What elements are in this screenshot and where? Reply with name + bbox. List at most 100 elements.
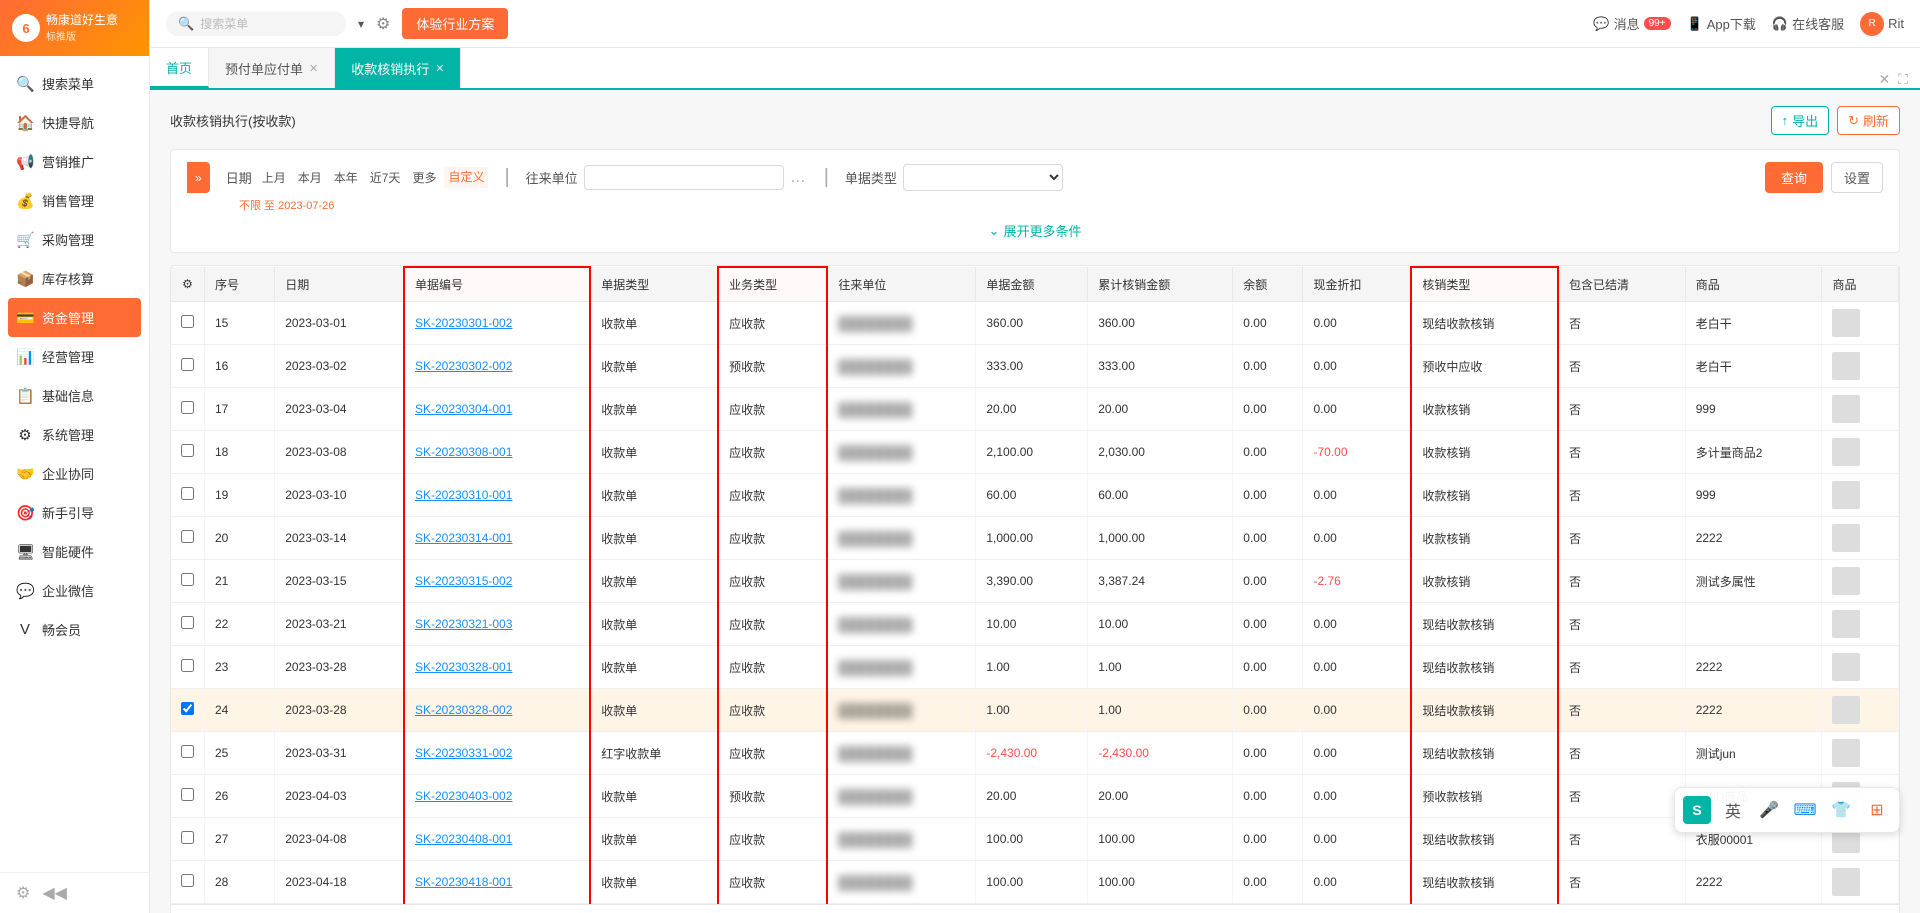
tab-home[interactable]: 首页 — [150, 48, 209, 88]
cell-doc-no[interactable]: SK-20230418-001 — [404, 861, 590, 904]
filter-doc-type-select[interactable] — [903, 164, 1063, 191]
cell-checkbox[interactable] — [171, 861, 205, 904]
settings-button[interactable]: 设置 — [1831, 162, 1883, 193]
table-row[interactable]: 22 2023-03-21 SK-20230321-003 收款单 应收款 ██… — [171, 603, 1899, 646]
table-row[interactable]: 16 2023-03-02 SK-20230302-002 收款单 预收款 ██… — [171, 345, 1899, 388]
cell-date: 2023-04-08 — [275, 818, 404, 861]
cell-doc-no[interactable]: SK-20230308-001 — [404, 431, 590, 474]
table-row[interactable]: 19 2023-03-10 SK-20230310-001 收款单 应收款 ██… — [171, 474, 1899, 517]
cell-doc-no[interactable]: SK-20230328-002 — [404, 689, 590, 732]
cell-doc-no[interactable]: SK-20230328-001 — [404, 646, 590, 689]
sidebar-item-6[interactable]: 💳 资金管理 — [8, 298, 141, 337]
cell-doc-no[interactable]: SK-20230314-001 — [404, 517, 590, 560]
sidebar-item-14[interactable]: V 畅会员 — [0, 610, 149, 649]
table-row[interactable]: 20 2023-03-14 SK-20230314-001 收款单 应收款 ██… — [171, 517, 1899, 560]
cell-doc-no[interactable]: SK-20230304-001 — [404, 388, 590, 431]
sidebar-item-2[interactable]: 📢 营销推广 — [0, 142, 149, 181]
topbar-search[interactable]: 🔍 搜索菜单 — [166, 11, 346, 36]
float-mic-icon[interactable]: 🎤 — [1755, 796, 1783, 824]
table-row[interactable]: 28 2023-04-18 SK-20230418-001 收款单 应收款 ██… — [171, 861, 1899, 904]
collapse-icon[interactable]: ◀◀ — [42, 883, 67, 903]
cell-checkbox[interactable] — [171, 431, 205, 474]
table-row[interactable]: 21 2023-03-15 SK-20230315-002 收款单 应收款 ██… — [171, 560, 1899, 603]
filter-date-this-month[interactable]: 本月 — [294, 167, 326, 188]
tab-prepayment-close[interactable]: ✕ — [309, 62, 318, 75]
table-row[interactable]: 24 2023-03-28 SK-20230328-002 收款单 应收款 ██… — [171, 689, 1899, 732]
cell-checkbox[interactable] — [171, 646, 205, 689]
cell-checkbox[interactable] — [171, 388, 205, 431]
settings-icon[interactable]: ⚙ — [16, 883, 30, 903]
filter-date-more[interactable]: 更多 — [408, 167, 440, 188]
filter-expand-button[interactable]: » — [187, 162, 210, 193]
cell-checkbox[interactable] — [171, 775, 205, 818]
cell-doc-no[interactable]: SK-20230403-002 — [404, 775, 590, 818]
cell-checkbox[interactable] — [171, 517, 205, 560]
sidebar-item-11[interactable]: 🎯 新手引导 — [0, 493, 149, 532]
cell-checkbox[interactable] — [171, 603, 205, 646]
table-row[interactable]: 18 2023-03-08 SK-20230308-001 收款单 应收款 ██… — [171, 431, 1899, 474]
sidebar-item-4[interactable]: 🛒 采购管理 — [0, 220, 149, 259]
cell-checkbox[interactable] — [171, 560, 205, 603]
tab-close-all-icon[interactable]: ✕ — [1878, 71, 1890, 88]
solution-button[interactable]: 体验行业方案 — [402, 8, 508, 39]
cell-checkbox[interactable] — [171, 345, 205, 388]
table-row[interactable]: 27 2023-04-08 SK-20230408-001 收款单 应收款 ██… — [171, 818, 1899, 861]
user-item[interactable]: R Rit — [1860, 12, 1904, 36]
expand-conditions-btn[interactable]: ⌄ 展开更多条件 — [187, 221, 1883, 240]
cell-doc-no[interactable]: SK-20230331-002 — [404, 732, 590, 775]
cell-checkbox[interactable] — [171, 732, 205, 775]
message-item[interactable]: 💬 消息 99+ — [1593, 14, 1670, 33]
float-keyboard-icon[interactable]: ⌨ — [1791, 796, 1819, 824]
float-grid-icon[interactable]: ⊞ — [1863, 796, 1891, 824]
cell-doc-no[interactable]: SK-20230301-002 — [404, 302, 590, 345]
sidebar-item-7[interactable]: 📊 经营管理 — [0, 337, 149, 376]
cell-doc-no[interactable]: SK-20230315-002 — [404, 560, 590, 603]
filter-date-7days[interactable]: 近7天 — [366, 167, 405, 188]
export-button[interactable]: ↑ 导出 — [1771, 106, 1830, 135]
table-row[interactable]: 17 2023-03-04 SK-20230304-001 收款单 应收款 ██… — [171, 388, 1899, 431]
cell-doc-no[interactable]: SK-20230310-001 — [404, 474, 590, 517]
table-row[interactable]: 26 2023-04-03 SK-20230403-002 收款单 预收款 ██… — [171, 775, 1899, 818]
filter-date-custom[interactable]: 自定义 — [444, 167, 488, 188]
sidebar-item-8[interactable]: 📋 基础信息 — [0, 376, 149, 415]
tab-expand-icon[interactable]: ⛶ — [1898, 71, 1908, 88]
cell-goods: 老白干 — [1685, 345, 1822, 388]
gear-icon[interactable]: ⚙ — [376, 14, 390, 34]
table-row[interactable]: 23 2023-03-28 SK-20230328-001 收款单 应收款 ██… — [171, 646, 1899, 689]
online-service-item[interactable]: 🎧 在线客服 — [1772, 14, 1844, 33]
table-row[interactable]: 25 2023-03-31 SK-20230331-002 红字收款单 应收款 … — [171, 732, 1899, 775]
app-download-item[interactable]: 📱 App下载 — [1687, 14, 1756, 33]
cell-date: 2023-03-14 — [275, 517, 404, 560]
query-button[interactable]: 查询 — [1765, 162, 1823, 193]
filter-date-this-year[interactable]: 本年 — [330, 167, 362, 188]
tab-prepayment[interactable]: 预付单应付单 ✕ — [209, 48, 335, 88]
cell-doc-no[interactable]: SK-20230321-003 — [404, 603, 590, 646]
sidebar-item-3[interactable]: 💰 销售管理 — [0, 181, 149, 220]
topbar-dropdown[interactable]: ▾ — [358, 17, 364, 31]
sidebar-item-1[interactable]: 🏠 快捷导航 — [0, 103, 149, 142]
table-row[interactable]: 15 2023-03-01 SK-20230301-002 收款单 应收款 ██… — [171, 302, 1899, 345]
tab-receipt-offset-close[interactable]: ✕ — [435, 62, 444, 75]
float-text-icon[interactable]: 英 — [1719, 796, 1747, 824]
sidebar-icon-12: 🖥 — [16, 543, 34, 561]
sidebar-label-5: 库存核算 — [42, 269, 94, 288]
sidebar-item-9[interactable]: ⚙ 系统管理 — [0, 415, 149, 454]
sidebar-item-5[interactable]: 📦 库存核算 — [0, 259, 149, 298]
cell-doc-no[interactable]: SK-20230408-001 — [404, 818, 590, 861]
th-offset-type: 核销类型 — [1411, 267, 1558, 302]
float-shirt-icon[interactable]: 👕 — [1827, 796, 1855, 824]
cell-checkbox[interactable] — [171, 689, 205, 732]
cell-checkbox[interactable] — [171, 474, 205, 517]
filter-partner-dots[interactable]: … — [790, 169, 808, 187]
cell-doc-no[interactable]: SK-20230302-002 — [404, 345, 590, 388]
sidebar-item-12[interactable]: 🖥 智能硬件 — [0, 532, 149, 571]
sidebar-item-10[interactable]: 🤝 企业协同 — [0, 454, 149, 493]
sidebar-item-13[interactable]: 💬 企业微信 — [0, 571, 149, 610]
filter-date-last-month[interactable]: 上月 — [258, 167, 290, 188]
tab-receipt-offset[interactable]: 收款核销执行 ✕ — [335, 48, 461, 88]
cell-checkbox[interactable] — [171, 302, 205, 345]
cell-checkbox[interactable] — [171, 818, 205, 861]
sidebar-item-0[interactable]: 🔍 搜索菜单 — [0, 64, 149, 103]
refresh-button[interactable]: ↻ 刷新 — [1837, 106, 1900, 135]
filter-partner-input[interactable] — [584, 165, 784, 190]
